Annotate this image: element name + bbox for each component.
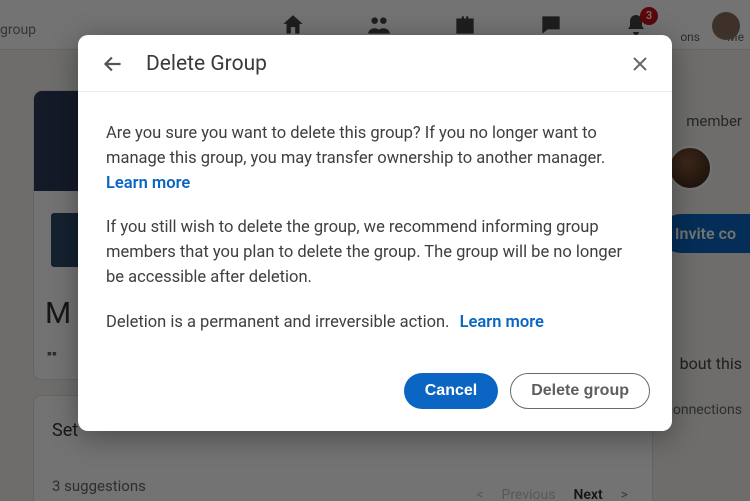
delete-group-button[interactable]: Delete group (510, 373, 650, 409)
modal-para-2: If you still wish to delete the group, w… (106, 216, 644, 290)
learn-more-link-1[interactable]: Learn more (106, 174, 190, 193)
modal-header: Delete Group (78, 35, 672, 92)
delete-group-modal: Delete Group Are you sure you want to de… (78, 35, 672, 431)
back-icon[interactable] (100, 51, 126, 77)
modal-para-1: Are you sure you want to delete this gro… (106, 124, 605, 168)
modal-title: Delete Group (146, 52, 628, 76)
learn-more-link-2[interactable]: Learn more (460, 313, 544, 332)
modal-body: Are you sure you want to delete this gro… (78, 92, 672, 367)
modal-footer: Cancel Delete group (78, 367, 672, 431)
cancel-button[interactable]: Cancel (404, 373, 498, 409)
close-icon[interactable] (628, 52, 652, 76)
modal-para-3: Deletion is a permanent and irreversible… (106, 313, 450, 332)
